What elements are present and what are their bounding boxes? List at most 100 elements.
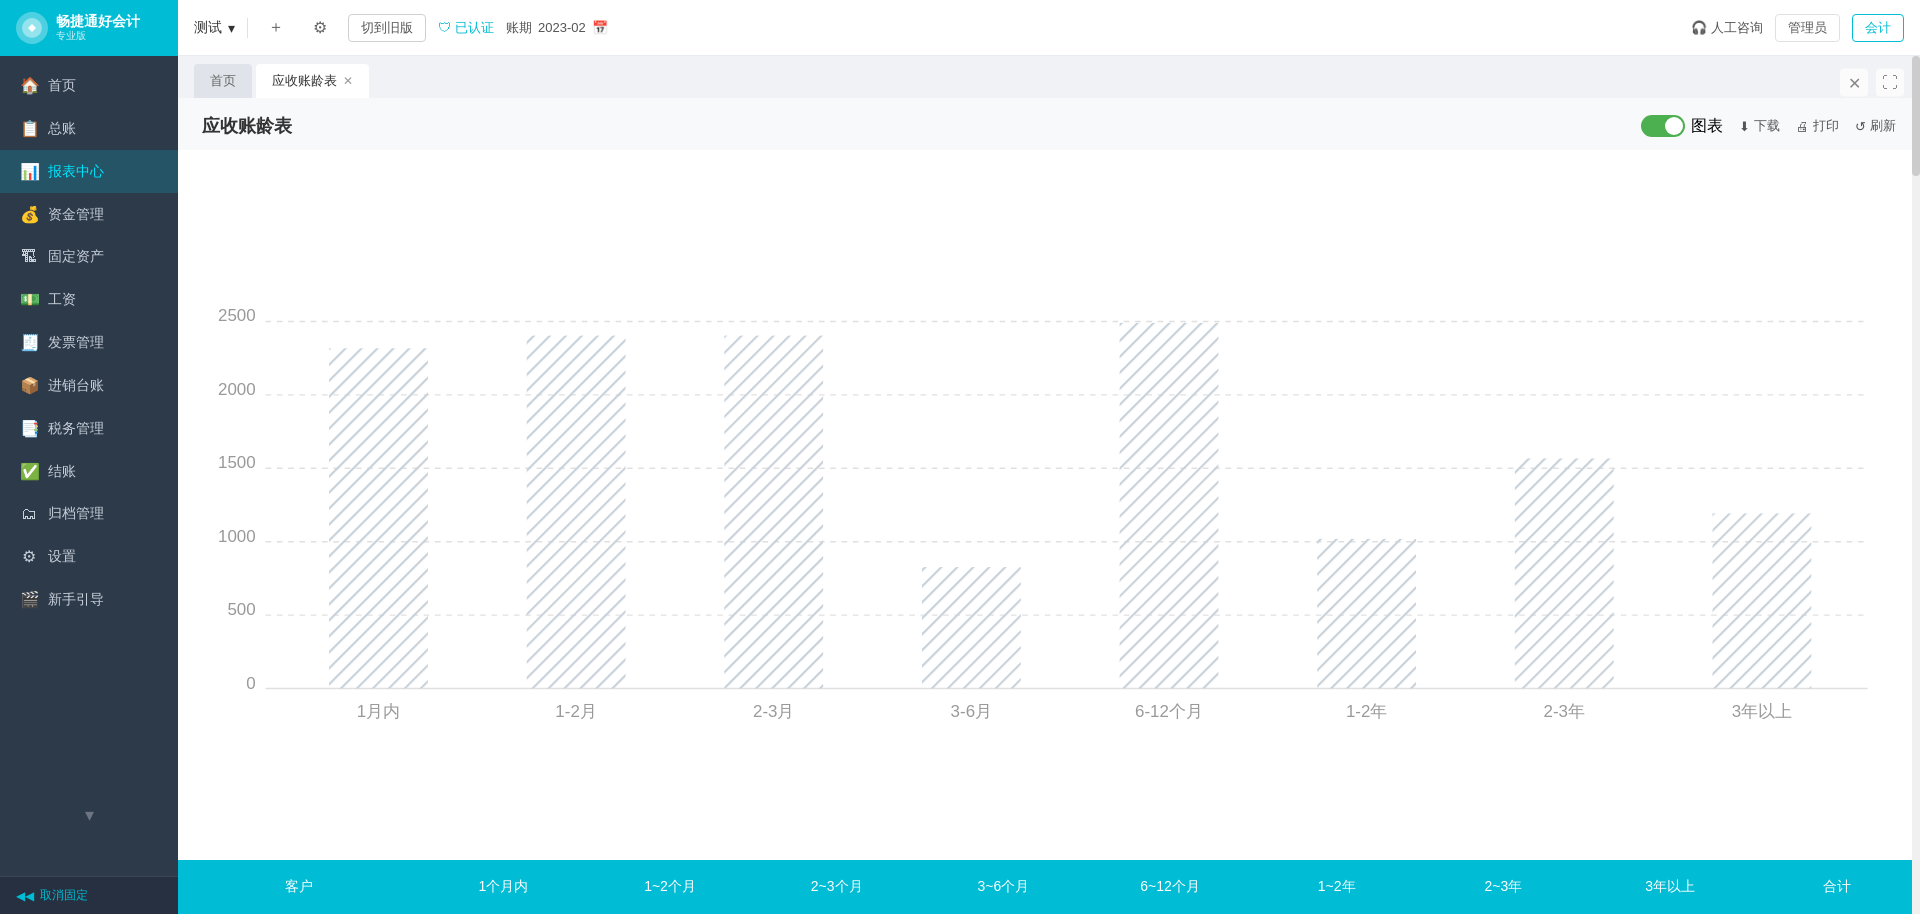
svg-text:2500: 2500 xyxy=(218,306,256,325)
sidebar-item-settings[interactable]: ⚙ 设置 xyxy=(0,535,178,578)
chart-toggle-group: 图表 xyxy=(1641,115,1723,137)
manager-btn[interactable]: 管理员 xyxy=(1775,14,1840,42)
table-header-cell-7: 2~3年 xyxy=(1420,860,1587,914)
sidebar-icon-guide: 🎬 xyxy=(20,590,38,609)
refresh-btn[interactable]: ↺ 刷新 xyxy=(1855,117,1896,135)
add-btn[interactable]: ＋ xyxy=(260,12,292,44)
headset-icon: 🎧 xyxy=(1691,20,1707,35)
calendar-icon[interactable]: 📅 xyxy=(592,20,608,35)
sidebar-item-assets[interactable]: 🏗 固定资产 xyxy=(0,236,178,278)
scrollbar-track[interactable] xyxy=(1912,56,1920,914)
sidebar-label-settings: 设置 xyxy=(48,548,76,566)
sidebar-nav: 🏠 首页 📋 总账 📊 报表中心 💰 资金管理 🏗 固定资产 💵 工资 🧾 发票… xyxy=(0,56,178,876)
sidebar-item-invoice[interactable]: 🧾 发票管理 xyxy=(0,321,178,364)
tab-home-label: 首页 xyxy=(210,72,236,90)
main-area: 测试 ▾ ＋ ⚙ 切到旧版 🛡 已认证 账期 2023-02 📅 🎧 人工咨询 … xyxy=(178,0,1920,914)
page-header: 应收账龄表 图表 ⬇ 下载 🖨 打印 ↺ xyxy=(178,98,1920,150)
sidebar-item-archive[interactable]: 🗂 归档管理 xyxy=(0,493,178,535)
content-area: 首页 应收账龄表 ✕ ✕ ⛶ 应收账龄表 图表 xyxy=(178,56,1920,914)
sidebar-item-payroll[interactable]: 💵 工资 xyxy=(0,278,178,321)
sidebar-item-report[interactable]: 📊 报表中心 xyxy=(0,150,178,193)
logo-icon xyxy=(16,12,48,44)
scrollbar-thumb[interactable] xyxy=(1912,56,1920,176)
svg-text:1500: 1500 xyxy=(218,453,256,472)
period-value: 2023-02 xyxy=(538,20,586,35)
sidebar-icon-archive: 🗂 xyxy=(20,505,38,523)
bar-2-3年 xyxy=(1515,458,1614,688)
tab-home[interactable]: 首页 xyxy=(194,64,252,98)
sidebar: 畅捷通好会计 专业版 🏠 首页 📋 总账 📊 报表中心 💰 资金管理 🏗 固定资… xyxy=(0,0,178,914)
tab-expand-btn[interactable]: ⛶ xyxy=(1876,69,1904,97)
bar-1月内 xyxy=(329,348,428,688)
bar-6-12月 xyxy=(1120,323,1219,689)
sidebar-pin-btn[interactable]: ◀◀ 取消固定 xyxy=(0,876,178,914)
tab-aging[interactable]: 应收账龄表 ✕ xyxy=(256,64,369,98)
sidebar-icon-invoice: 🧾 xyxy=(20,333,38,352)
sidebar-icon-report: 📊 xyxy=(20,162,38,181)
period-display: 账期 2023-02 📅 xyxy=(506,19,608,37)
bar-1-2月 xyxy=(527,336,626,689)
sidebar-logo: 畅捷通好会计 专业版 xyxy=(0,0,178,56)
table-header: 客户1个月内1~2个月2~3个月3~6个月6~12个月1~2年2~3年3年以上合… xyxy=(178,860,1920,914)
download-btn[interactable]: ⬇ 下载 xyxy=(1739,117,1780,135)
chart-toggle[interactable] xyxy=(1641,115,1685,137)
company-selector[interactable]: 测试 ▾ xyxy=(194,19,235,37)
sidebar-label-invoice: 发票管理 xyxy=(48,334,104,352)
sidebar-item-ledger[interactable]: 📋 总账 xyxy=(0,107,178,150)
sidebar-icon-tax: 📑 xyxy=(20,419,38,438)
sidebar-scroll-down[interactable]: ▾ xyxy=(0,804,178,826)
table-header-cell-5: 6~12个月 xyxy=(1087,860,1254,914)
table-header-cell-0: 客户 xyxy=(178,860,420,914)
table-header-cell-2: 1~2个月 xyxy=(587,860,754,914)
sidebar-label-ledger: 总账 xyxy=(48,120,76,138)
table-header-cell-9: 合计 xyxy=(1753,860,1920,914)
svg-text:6-12个月: 6-12个月 xyxy=(1135,702,1203,721)
svg-text:1月内: 1月内 xyxy=(357,702,400,721)
topbar: 测试 ▾ ＋ ⚙ 切到旧版 🛡 已认证 账期 2023-02 📅 🎧 人工咨询 … xyxy=(178,0,1920,56)
company-dropdown-icon: ▾ xyxy=(228,20,235,36)
role-btn[interactable]: 会计 xyxy=(1852,14,1904,42)
sidebar-label-settlement: 结账 xyxy=(48,463,76,481)
table-header-cell-1: 1个月内 xyxy=(420,860,587,914)
sidebar-icon-ledger: 📋 xyxy=(20,119,38,138)
sidebar-item-sales[interactable]: 📦 进销台账 xyxy=(0,364,178,407)
chart-toggle-label: 图表 xyxy=(1691,116,1723,137)
consult-btn[interactable]: 🎧 人工咨询 xyxy=(1691,19,1763,37)
sidebar-item-home[interactable]: 🏠 首页 xyxy=(0,64,178,107)
sidebar-icon-funds: 💰 xyxy=(20,205,38,224)
topbar-divider-1 xyxy=(247,18,248,38)
table-header-cell-3: 2~3个月 xyxy=(753,860,920,914)
tabbar: 首页 应收账龄表 ✕ ✕ ⛶ xyxy=(178,56,1920,98)
sidebar-item-guide[interactable]: 🎬 新手引导 xyxy=(0,578,178,621)
sidebar-label-tax: 税务管理 xyxy=(48,420,104,438)
sidebar-label-archive: 归档管理 xyxy=(48,505,104,523)
bar-1-2年 xyxy=(1317,539,1416,689)
pin-icon: ◀◀ xyxy=(16,889,34,903)
chart-area: 0 500 1000 1500 2000 2500 xyxy=(178,150,1920,860)
sidebar-item-tax[interactable]: 📑 税务管理 xyxy=(0,407,178,450)
sidebar-label-report: 报表中心 xyxy=(48,163,104,181)
tab-aging-close[interactable]: ✕ xyxy=(343,74,353,88)
company-name: 测试 xyxy=(194,19,222,37)
settings-btn[interactable]: ⚙ xyxy=(304,12,336,44)
sidebar-item-settlement[interactable]: ✅ 结账 xyxy=(0,450,178,493)
bar-3-6月 xyxy=(922,567,1021,688)
tab-close-btn[interactable]: ✕ xyxy=(1840,69,1868,97)
page-actions: 图表 ⬇ 下载 🖨 打印 ↺ 刷新 xyxy=(1641,115,1896,137)
svg-text:500: 500 xyxy=(227,600,255,619)
svg-text:1-2年: 1-2年 xyxy=(1346,702,1387,721)
sidebar-icon-settlement: ✅ xyxy=(20,462,38,481)
switch-version-btn[interactable]: 切到旧版 xyxy=(348,14,426,42)
table-header-cell-8: 3年以上 xyxy=(1587,860,1754,914)
sidebar-icon-home: 🏠 xyxy=(20,76,38,95)
refresh-icon: ↺ xyxy=(1855,119,1866,134)
pin-label: 取消固定 xyxy=(40,887,88,904)
sidebar-label-assets: 固定资产 xyxy=(48,248,104,266)
bar-2-3月 xyxy=(724,336,823,689)
print-btn[interactable]: 🖨 打印 xyxy=(1796,117,1839,135)
sidebar-item-funds[interactable]: 💰 资金管理 xyxy=(0,193,178,236)
sidebar-icon-payroll: 💵 xyxy=(20,290,38,309)
svg-text:2000: 2000 xyxy=(218,380,256,399)
sidebar-label-payroll: 工资 xyxy=(48,291,76,309)
svg-text:2-3月: 2-3月 xyxy=(753,702,794,721)
